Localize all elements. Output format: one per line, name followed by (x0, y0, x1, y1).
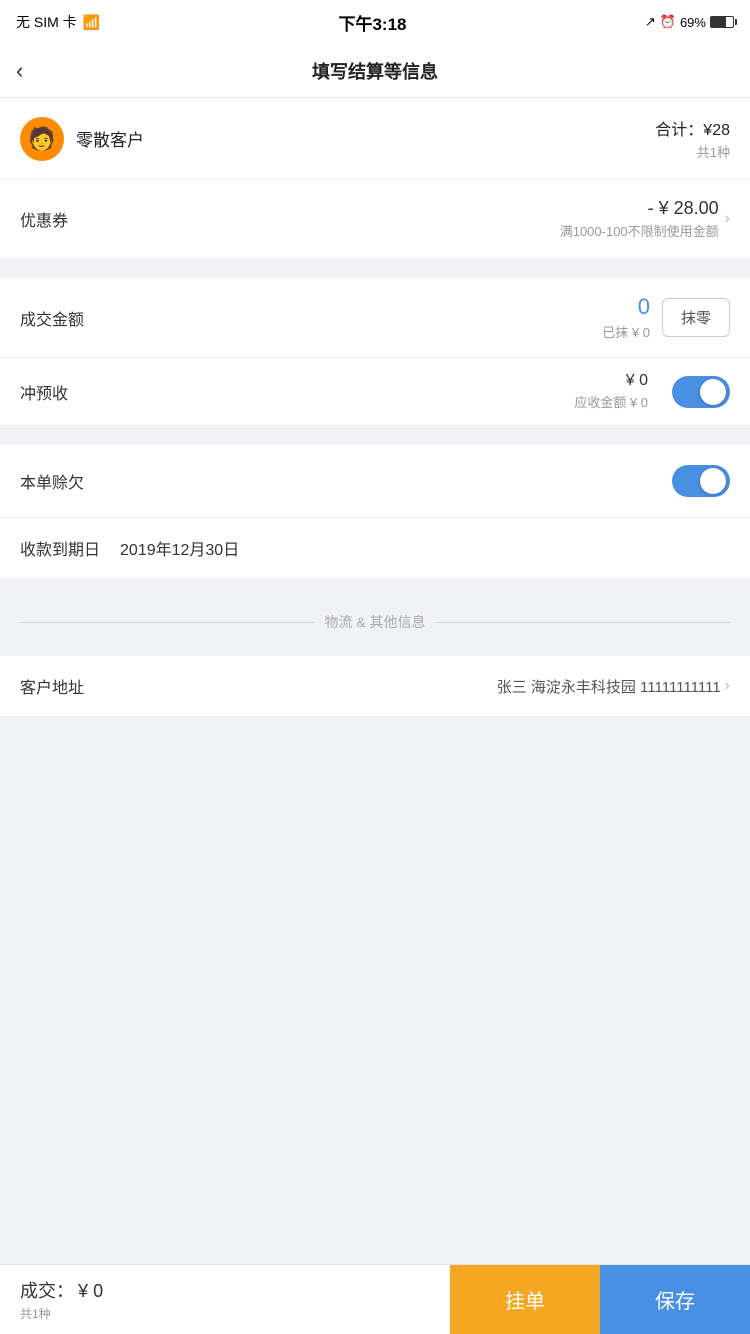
transaction-label: 成交金额 (20, 306, 84, 330)
duedate-row[interactable]: 收款到期日 2019年12月30日 (0, 517, 750, 578)
page-title: 填写结算等信息 (312, 58, 438, 84)
address-row[interactable]: 客户地址 张三 海淀永丰科技园 11111111111 › (0, 656, 750, 716)
transaction-right: 0 已抹 ¥ 0 抹零 (602, 294, 730, 341)
coupon-discount: - ¥ 28.00 (560, 198, 719, 219)
alarm-icon: ⏰ (660, 14, 676, 30)
address-value: 张三 海淀永丰科技园 11111111111 (497, 676, 721, 697)
duedate-label: 收款到期日 (20, 536, 100, 560)
transaction-amount-row: 成交金额 0 已抹 ¥ 0 抹零 (0, 278, 750, 357)
divider-right (436, 622, 730, 623)
transaction-value: 0 (602, 294, 650, 320)
spacer-bottom (0, 726, 750, 806)
address-label: 客户地址 (20, 674, 84, 698)
customer-card: 🧑 零散客户 合计：¥28 共1种 优惠券 - ¥ 28.00 满1000-10… (0, 98, 750, 258)
avatar: 🧑 (20, 117, 64, 161)
coupon-label: 优惠券 (20, 207, 68, 231)
avatar-icon: 🧑 (28, 126, 55, 152)
prereceive-values: ¥ 0 应收金额 ¥ 0 (574, 372, 648, 411)
coupon-info: - ¥ 28.00 满1000-100不限制使用金额 (560, 198, 719, 240)
bottom-deal: 成交： ¥ 0 (20, 1277, 430, 1303)
location-icon: ↗ (645, 14, 656, 30)
debt-toggle[interactable] (672, 465, 730, 497)
logistics-header: 物流 & 其他信息 (0, 598, 750, 646)
amount-value-wrap: 0 已抹 ¥ 0 (602, 294, 650, 341)
nav-bar: ‹ 填写结算等信息 (0, 44, 750, 98)
prereceive-toggle[interactable] (672, 376, 730, 408)
chevron-right-icon: › (725, 210, 730, 228)
bottom-bar: 成交： ¥ 0 共1种 挂单 保存 (0, 1264, 750, 1334)
total-label: 合计：¥28 (655, 116, 730, 140)
customer-name: 零散客户 (76, 126, 144, 151)
battery-bar (710, 16, 734, 28)
bottom-deal-amount: ¥ 0 (78, 1281, 103, 1301)
debt-row: 本单赊欠 (0, 445, 750, 517)
status-left: 无 SIM 卡 📶 (16, 12, 100, 32)
status-time: 下午3:18 (338, 10, 406, 35)
prereceive-right: ¥ 0 应收金额 ¥ 0 (574, 372, 730, 411)
divider-left (20, 622, 314, 623)
address-chevron-icon: › (725, 677, 730, 695)
battery-percent: 69% (680, 15, 706, 30)
duedate-value: 2019年12月30日 (120, 536, 239, 560)
prereceive-row: 冲预收 ¥ 0 应收金额 ¥ 0 (0, 357, 750, 425)
debt-toggle-knob (700, 468, 726, 494)
prereceive-sub: 应收金额 ¥ 0 (574, 392, 648, 411)
back-button[interactable]: ‹ (0, 58, 39, 84)
total-count: 共1种 (655, 142, 730, 161)
logistics-label: 物流 & 其他信息 (324, 612, 425, 632)
address-right: 张三 海淀永丰科技园 11111111111 › (497, 676, 730, 697)
prereceive-label: 冲预收 (20, 380, 68, 404)
round-zero-button[interactable]: 抹零 (662, 298, 730, 337)
status-bar: 无 SIM 卡 📶 下午3:18 ↗ ⏰ 69% (0, 0, 750, 44)
customer-row: 🧑 零散客户 合计：¥28 共1种 (0, 98, 750, 179)
customer-right: 合计：¥28 共1种 (655, 116, 730, 161)
status-right: ↗ ⏰ 69% (645, 14, 734, 30)
transaction-card: 成交金额 0 已抹 ¥ 0 抹零 冲预收 ¥ 0 应收金额 ¥ 0 (0, 278, 750, 425)
save-button[interactable]: 保存 (600, 1265, 750, 1334)
section-divider-3 (0, 588, 750, 598)
section-divider-1 (0, 268, 750, 278)
section-divider-4 (0, 646, 750, 656)
bottom-deal-label: 成交： (20, 1281, 74, 1301)
sim-label: 无 SIM 卡 (16, 12, 77, 32)
toggle-knob (700, 379, 726, 405)
customer-left: 🧑 零散客户 (20, 117, 144, 161)
coupon-desc: 满1000-100不限制使用金额 (560, 221, 719, 240)
coupon-right: - ¥ 28.00 满1000-100不限制使用金额 › (560, 198, 730, 240)
coupon-row[interactable]: 优惠券 - ¥ 28.00 满1000-100不限制使用金额 › (0, 179, 750, 258)
debt-card: 本单赊欠 收款到期日 2019年12月30日 (0, 445, 750, 578)
transaction-sub: 已抹 ¥ 0 (602, 322, 650, 341)
hold-button[interactable]: 挂单 (450, 1265, 600, 1334)
wifi-icon: 📶 (83, 14, 100, 31)
bottom-summary: 成交： ¥ 0 共1种 (0, 1265, 450, 1334)
bottom-count: 共1种 (20, 1305, 430, 1322)
address-card: 客户地址 张三 海淀永丰科技园 11111111111 › (0, 656, 750, 716)
debt-label: 本单赊欠 (20, 469, 84, 493)
prereceive-main: ¥ 0 (574, 372, 648, 390)
section-divider-2 (0, 435, 750, 445)
